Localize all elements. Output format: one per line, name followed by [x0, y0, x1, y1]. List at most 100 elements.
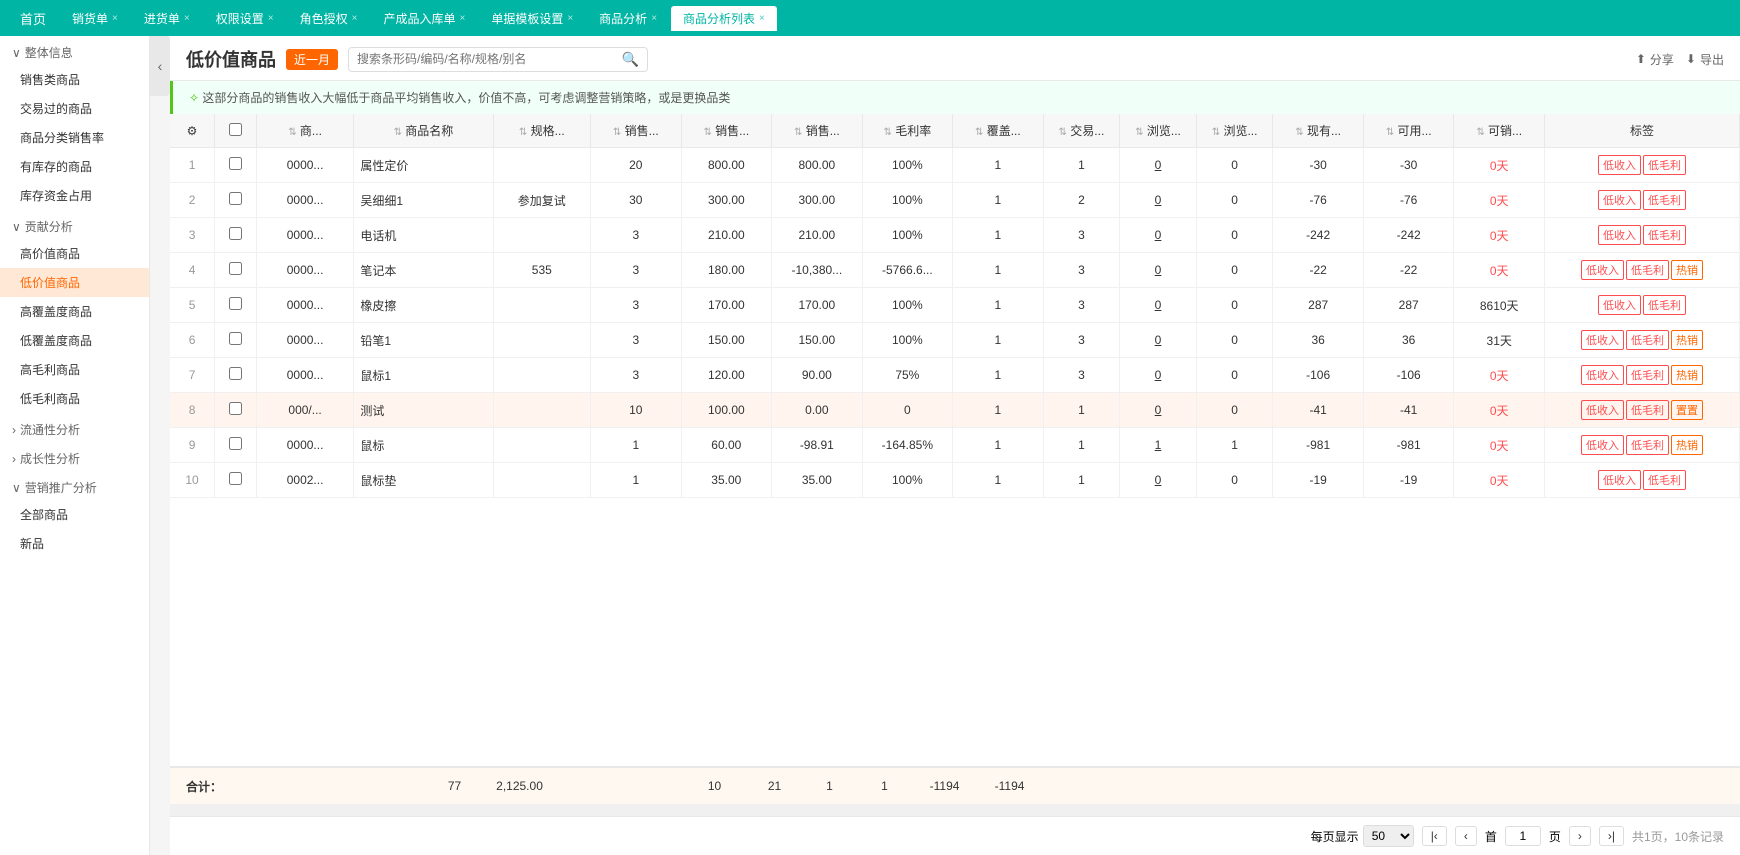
export-button[interactable]: ⬇ 导出 — [1686, 51, 1724, 68]
nav-role-auth[interactable]: 角色授权 × — [288, 6, 370, 31]
sidebar-group-overview[interactable]: ∨ 整体信息 — [0, 36, 149, 65]
th-available[interactable]: ⇅ 可用... — [1363, 114, 1454, 148]
share-button[interactable]: ⬆ 分享 — [1636, 51, 1674, 68]
sidebar-item-low-coverage[interactable]: 低覆盖度商品 — [0, 326, 149, 355]
search-input[interactable] — [357, 52, 618, 66]
row-select-checkbox[interactable] — [229, 227, 242, 240]
nav-close-product-analysis-list[interactable]: × — [759, 13, 765, 24]
th-trade[interactable]: ⇅ 交易... — [1043, 114, 1120, 148]
last-page-button[interactable]: ›| — [1599, 826, 1624, 846]
th-spec[interactable]: ⇅ 规格... — [493, 114, 590, 148]
sidebar-item-stocked-products[interactable]: 有库存的商品 — [0, 152, 149, 181]
nav-home[interactable]: 首页 — [8, 5, 58, 32]
th-salable[interactable]: ⇅ 可销... — [1454, 114, 1545, 148]
browse-link[interactable]: 0 — [1155, 333, 1162, 347]
row-browse1[interactable]: 0 — [1120, 393, 1197, 428]
th-browse1[interactable]: ⇅ 浏览... — [1120, 114, 1197, 148]
sidebar-item-high-margin[interactable]: 高毛利商品 — [0, 355, 149, 384]
nav-product-analysis[interactable]: 商品分析 × — [587, 6, 669, 31]
row-checkbox[interactable] — [215, 218, 257, 253]
sidebar-item-traded-products[interactable]: 交易过的商品 — [0, 94, 149, 123]
nav-close-product-analysis[interactable]: × — [651, 13, 657, 24]
select-all-checkbox[interactable] — [229, 123, 242, 136]
nav-template[interactable]: 单据模板设置 × — [479, 6, 585, 31]
horizontal-scrollbar[interactable] — [170, 804, 1740, 816]
nav-product-analysis-list[interactable]: 商品分析列表 × — [671, 6, 777, 31]
row-checkbox[interactable] — [215, 463, 257, 498]
row-browse1[interactable]: 0 — [1120, 253, 1197, 288]
row-select-checkbox[interactable] — [229, 262, 242, 275]
row-select-checkbox[interactable] — [229, 437, 242, 450]
sidebar-collapse-button[interactable]: ‹ — [150, 36, 170, 96]
sidebar-item-stock-capital[interactable]: 库存资金占用 — [0, 181, 149, 210]
th-check[interactable] — [215, 114, 257, 148]
first-page-button[interactable]: |‹ — [1422, 826, 1447, 846]
row-checkbox[interactable] — [215, 358, 257, 393]
row-browse1[interactable]: 0 — [1120, 358, 1197, 393]
sidebar-group-growth[interactable]: › 成长性分析 — [0, 442, 149, 471]
browse-link[interactable]: 0 — [1155, 403, 1162, 417]
th-gear[interactable]: ⚙ — [170, 114, 215, 148]
row-browse1[interactable]: 1 — [1120, 428, 1197, 463]
sidebar-item-category-sales-rate[interactable]: 商品分类销售率 — [0, 123, 149, 152]
per-page-select[interactable]: 50 20 100 — [1363, 825, 1414, 847]
browse-link[interactable]: 1 — [1155, 438, 1162, 452]
nav-close-sales-order[interactable]: × — [112, 13, 118, 24]
row-checkbox[interactable] — [215, 288, 257, 323]
nav-inventory[interactable]: 产成品入库单 × — [371, 6, 477, 31]
next-page-button[interactable]: › — [1569, 826, 1591, 846]
browse-link[interactable]: 0 — [1155, 158, 1162, 172]
row-select-checkbox[interactable] — [229, 472, 242, 485]
nav-sales-order[interactable]: 销货单 × — [60, 6, 130, 31]
row-browse1[interactable]: 0 — [1120, 323, 1197, 358]
row-select-checkbox[interactable] — [229, 192, 242, 205]
sidebar-item-new-products[interactable]: 新品 — [0, 529, 149, 558]
nav-close-permission[interactable]: × — [268, 13, 274, 24]
row-checkbox[interactable] — [215, 183, 257, 218]
search-icon[interactable]: 🔍 — [622, 51, 639, 68]
browse-link[interactable]: 0 — [1155, 368, 1162, 382]
prev-page-button[interactable]: ‹ — [1455, 826, 1477, 846]
browse-link[interactable]: 0 — [1155, 193, 1162, 207]
th-sale-qty[interactable]: ⇅ 销售... — [591, 114, 682, 148]
row-checkbox[interactable] — [215, 393, 257, 428]
nav-close-template[interactable]: × — [567, 13, 573, 24]
row-browse1[interactable]: 0 — [1120, 463, 1197, 498]
row-browse1[interactable]: 0 — [1120, 288, 1197, 323]
row-browse1[interactable]: 0 — [1120, 218, 1197, 253]
browse-link[interactable]: 0 — [1155, 263, 1162, 277]
browse-link[interactable]: 0 — [1155, 228, 1162, 242]
nav-permission[interactable]: 权限设置 × — [204, 6, 286, 31]
row-select-checkbox[interactable] — [229, 157, 242, 170]
row-select-checkbox[interactable] — [229, 332, 242, 345]
th-sale-profit[interactable]: ⇅ 销售... — [772, 114, 863, 148]
sidebar-item-high-coverage[interactable]: 高覆盖度商品 — [0, 297, 149, 326]
nav-purchase-order[interactable]: 进货单 × — [132, 6, 202, 31]
th-sale-amount[interactable]: ⇅ 销售... — [681, 114, 772, 148]
row-browse1[interactable]: 0 — [1120, 183, 1197, 218]
sidebar-item-low-margin[interactable]: 低毛利商品 — [0, 384, 149, 413]
sidebar-item-low-value[interactable]: 低价值商品 — [0, 268, 149, 297]
th-browse2[interactable]: ⇅ 浏览... — [1196, 114, 1273, 148]
sidebar-item-all-products[interactable]: 全部商品 — [0, 500, 149, 529]
row-select-checkbox[interactable] — [229, 402, 242, 415]
nav-close-purchase-order[interactable]: × — [184, 13, 190, 24]
row-checkbox[interactable] — [215, 148, 257, 183]
browse-link[interactable]: 0 — [1155, 298, 1162, 312]
sidebar-item-sales-products[interactable]: 销售类商品 — [0, 65, 149, 94]
row-checkbox[interactable] — [215, 428, 257, 463]
row-browse1[interactable]: 0 — [1120, 148, 1197, 183]
th-current-stock[interactable]: ⇅ 现有... — [1273, 114, 1364, 148]
row-select-checkbox[interactable] — [229, 297, 242, 310]
page-number-input[interactable] — [1505, 826, 1541, 846]
th-cover[interactable]: ⇅ 覆盖... — [953, 114, 1044, 148]
period-button[interactable]: 近一月 — [286, 49, 338, 70]
th-gross-rate[interactable]: ⇅ 毛利率 — [862, 114, 953, 148]
sidebar-group-contribution[interactable]: ∨ 贡献分析 — [0, 210, 149, 239]
sidebar-group-marketing[interactable]: ∨ 营销推广分析 — [0, 471, 149, 500]
nav-close-inventory[interactable]: × — [459, 13, 465, 24]
th-code[interactable]: ⇅ 商... — [256, 114, 353, 148]
nav-close-role-auth[interactable]: × — [352, 13, 358, 24]
row-select-checkbox[interactable] — [229, 367, 242, 380]
sidebar-group-liquidity[interactable]: › 流通性分析 — [0, 413, 149, 442]
